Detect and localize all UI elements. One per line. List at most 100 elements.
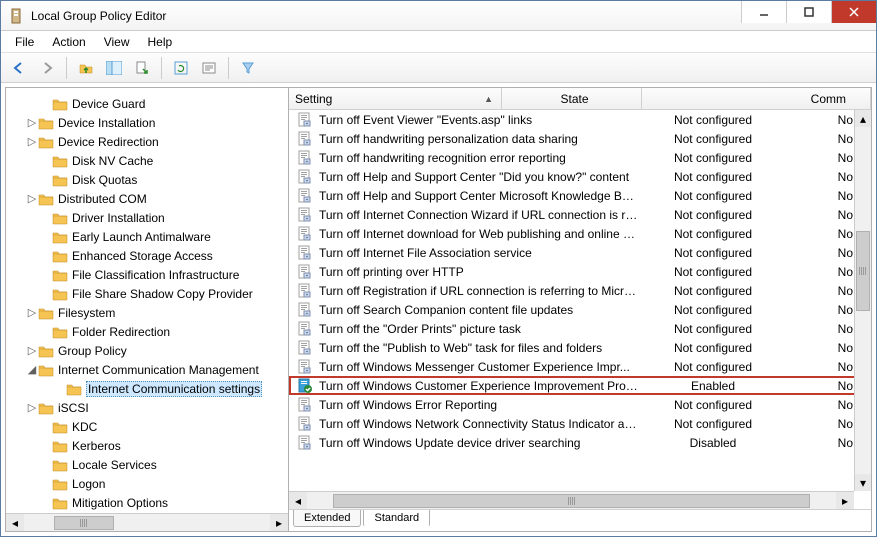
tree-item[interactable]: Logon	[6, 474, 288, 493]
policy-icon	[297, 112, 313, 128]
maximize-button[interactable]	[786, 1, 831, 23]
tree-item[interactable]: ▷Device Redirection	[6, 132, 288, 151]
expand-toggle[interactable]: ▷	[26, 193, 38, 205]
expand-toggle[interactable]: ▷	[26, 345, 38, 357]
grid-row[interactable]: Turn off Windows Messenger Customer Expe…	[289, 357, 871, 376]
tree-item[interactable]: ▷Device Installation	[6, 113, 288, 132]
close-button[interactable]	[831, 1, 876, 23]
tree-item[interactable]: Early Launch Antimalware	[6, 227, 288, 246]
grid-row[interactable]: Turn off Event Viewer "Events.asp" links…	[289, 110, 871, 129]
column-header-state[interactable]: State	[502, 88, 642, 109]
setting-name: Turn off Registration if URL connection …	[319, 284, 639, 298]
folder-icon	[38, 363, 54, 377]
tree-horizontal-scrollbar[interactable]: ◂ ▸	[6, 513, 288, 531]
policy-icon	[297, 359, 313, 375]
menu-help[interactable]: Help	[140, 33, 181, 51]
folder-icon	[52, 211, 68, 225]
tree-item[interactable]: ▷Filesystem	[6, 303, 288, 322]
refresh-button[interactable]	[169, 56, 193, 80]
grid-row[interactable]: Turn off Search Companion content file u…	[289, 300, 871, 319]
tree-view[interactable]: Device Guard▷Device Installation▷Device …	[6, 88, 288, 513]
setting-name: Turn off handwriting recognition error r…	[319, 151, 566, 165]
expand-toggle[interactable]: ▷	[26, 402, 38, 414]
tab-standard[interactable]: Standard	[363, 510, 430, 527]
scroll-thumb[interactable]	[856, 231, 870, 311]
grid-row[interactable]: Turn off Windows Customer Experience Imp…	[289, 376, 871, 395]
scroll-thumb[interactable]	[333, 494, 809, 508]
filter-button[interactable]	[236, 56, 260, 80]
setting-state: Not configured	[639, 360, 779, 374]
back-button[interactable]	[7, 56, 31, 80]
setting-name: Turn off Windows Network Connectivity St…	[319, 417, 639, 431]
tree-item-label: Disk Quotas	[72, 173, 137, 187]
tree-item[interactable]: Disk NV Cache	[6, 151, 288, 170]
expand-toggle[interactable]: ▷	[26, 117, 38, 129]
sort-arrow-icon: ▲	[484, 94, 493, 104]
grid-row[interactable]: Turn off handwriting personalization dat…	[289, 129, 871, 148]
tab-extended[interactable]: Extended	[293, 510, 361, 527]
export-list-button[interactable]	[130, 56, 154, 80]
tree-item-label: File Classification Infrastructure	[72, 268, 239, 282]
menu-action[interactable]: Action	[44, 33, 93, 51]
tree-item[interactable]: Mitigation Options	[6, 493, 288, 512]
expand-toggle[interactable]: ▷	[26, 136, 38, 148]
scroll-right-button[interactable]: ▸	[270, 514, 288, 531]
grid-row[interactable]: Turn off Windows Network Connectivity St…	[289, 414, 871, 433]
tree-item[interactable]: Driver Installation	[6, 208, 288, 227]
vertical-scrollbar[interactable]: ▴ ▾	[854, 110, 871, 491]
tree-item[interactable]: Locale Services	[6, 455, 288, 474]
grid-row[interactable]: Turn off Windows Update device driver se…	[289, 433, 871, 452]
grid-row[interactable]: Turn off Internet Connection Wizard if U…	[289, 205, 871, 224]
column-header-setting[interactable]: Setting▲	[289, 88, 502, 109]
grid-row[interactable]: Turn off Help and Support Center "Did yo…	[289, 167, 871, 186]
expand-toggle[interactable]: ◢	[26, 364, 38, 376]
tree-item[interactable]: ▷Group Policy	[6, 341, 288, 360]
grid-row[interactable]: Turn off printing over HTTPNot configure…	[289, 262, 871, 281]
minimize-button[interactable]	[741, 1, 786, 23]
tree-item-label: Driver Installation	[72, 211, 165, 225]
tree-item[interactable]: KDC	[6, 417, 288, 436]
setting-name: Turn off printing over HTTP	[319, 265, 464, 279]
tree-item[interactable]: ◢Internet Communication Management	[6, 360, 288, 379]
tree-item[interactable]: File Share Shadow Copy Provider	[6, 284, 288, 303]
grid-row[interactable]: Turn off the "Publish to Web" task for f…	[289, 338, 871, 357]
tree-item-label: Logon	[72, 477, 105, 491]
scroll-thumb[interactable]	[54, 516, 114, 530]
scroll-down-button[interactable]: ▾	[855, 474, 871, 491]
menu-file[interactable]: File	[7, 33, 42, 51]
grid-row[interactable]: Turn off Windows Error ReportingNot conf…	[289, 395, 871, 414]
folder-icon	[52, 496, 68, 510]
tree-item[interactable]: Device Guard	[6, 94, 288, 113]
tree-item[interactable]: Kerberos	[6, 436, 288, 455]
grid-row[interactable]: Turn off Registration if URL connection …	[289, 281, 871, 300]
tree-item[interactable]: ▷iSCSI	[6, 398, 288, 417]
folder-icon	[38, 135, 54, 149]
column-header-comment[interactable]: Comm	[642, 88, 871, 109]
grid-row[interactable]: Turn off handwriting recognition error r…	[289, 148, 871, 167]
horizontal-scrollbar[interactable]: ◂ ▸	[289, 491, 854, 509]
expand-toggle[interactable]: ▷	[26, 307, 38, 319]
up-button[interactable]	[74, 56, 98, 80]
tree-item[interactable]: Internet Communication settings	[6, 379, 288, 398]
show-hide-tree-button[interactable]	[102, 56, 126, 80]
grid-row[interactable]: Turn off Internet download for Web publi…	[289, 224, 871, 243]
scroll-left-button[interactable]: ◂	[289, 492, 307, 509]
grid-row[interactable]: Turn off Internet File Association servi…	[289, 243, 871, 262]
tree-item[interactable]: Folder Redirection	[6, 322, 288, 341]
scroll-right-button[interactable]: ▸	[836, 492, 854, 509]
properties-button[interactable]	[197, 56, 221, 80]
tree-item[interactable]: ▷Distributed COM	[6, 189, 288, 208]
scroll-up-button[interactable]: ▴	[855, 110, 871, 127]
forward-button[interactable]	[35, 56, 59, 80]
tree-item[interactable]: Disk Quotas	[6, 170, 288, 189]
tree-item-label: Kerberos	[72, 439, 121, 453]
menu-view[interactable]: View	[96, 33, 138, 51]
grid-row[interactable]: Turn off Help and Support Center Microso…	[289, 186, 871, 205]
scroll-left-button[interactable]: ◂	[6, 514, 24, 531]
grid-body[interactable]: Turn off Event Viewer "Events.asp" links…	[289, 110, 871, 491]
setting-name: Turn off Search Companion content file u…	[319, 303, 573, 317]
grid-row[interactable]: Turn off the "Order Prints" picture task…	[289, 319, 871, 338]
tree-item[interactable]: Enhanced Storage Access	[6, 246, 288, 265]
folder-icon	[66, 382, 82, 396]
tree-item[interactable]: File Classification Infrastructure	[6, 265, 288, 284]
